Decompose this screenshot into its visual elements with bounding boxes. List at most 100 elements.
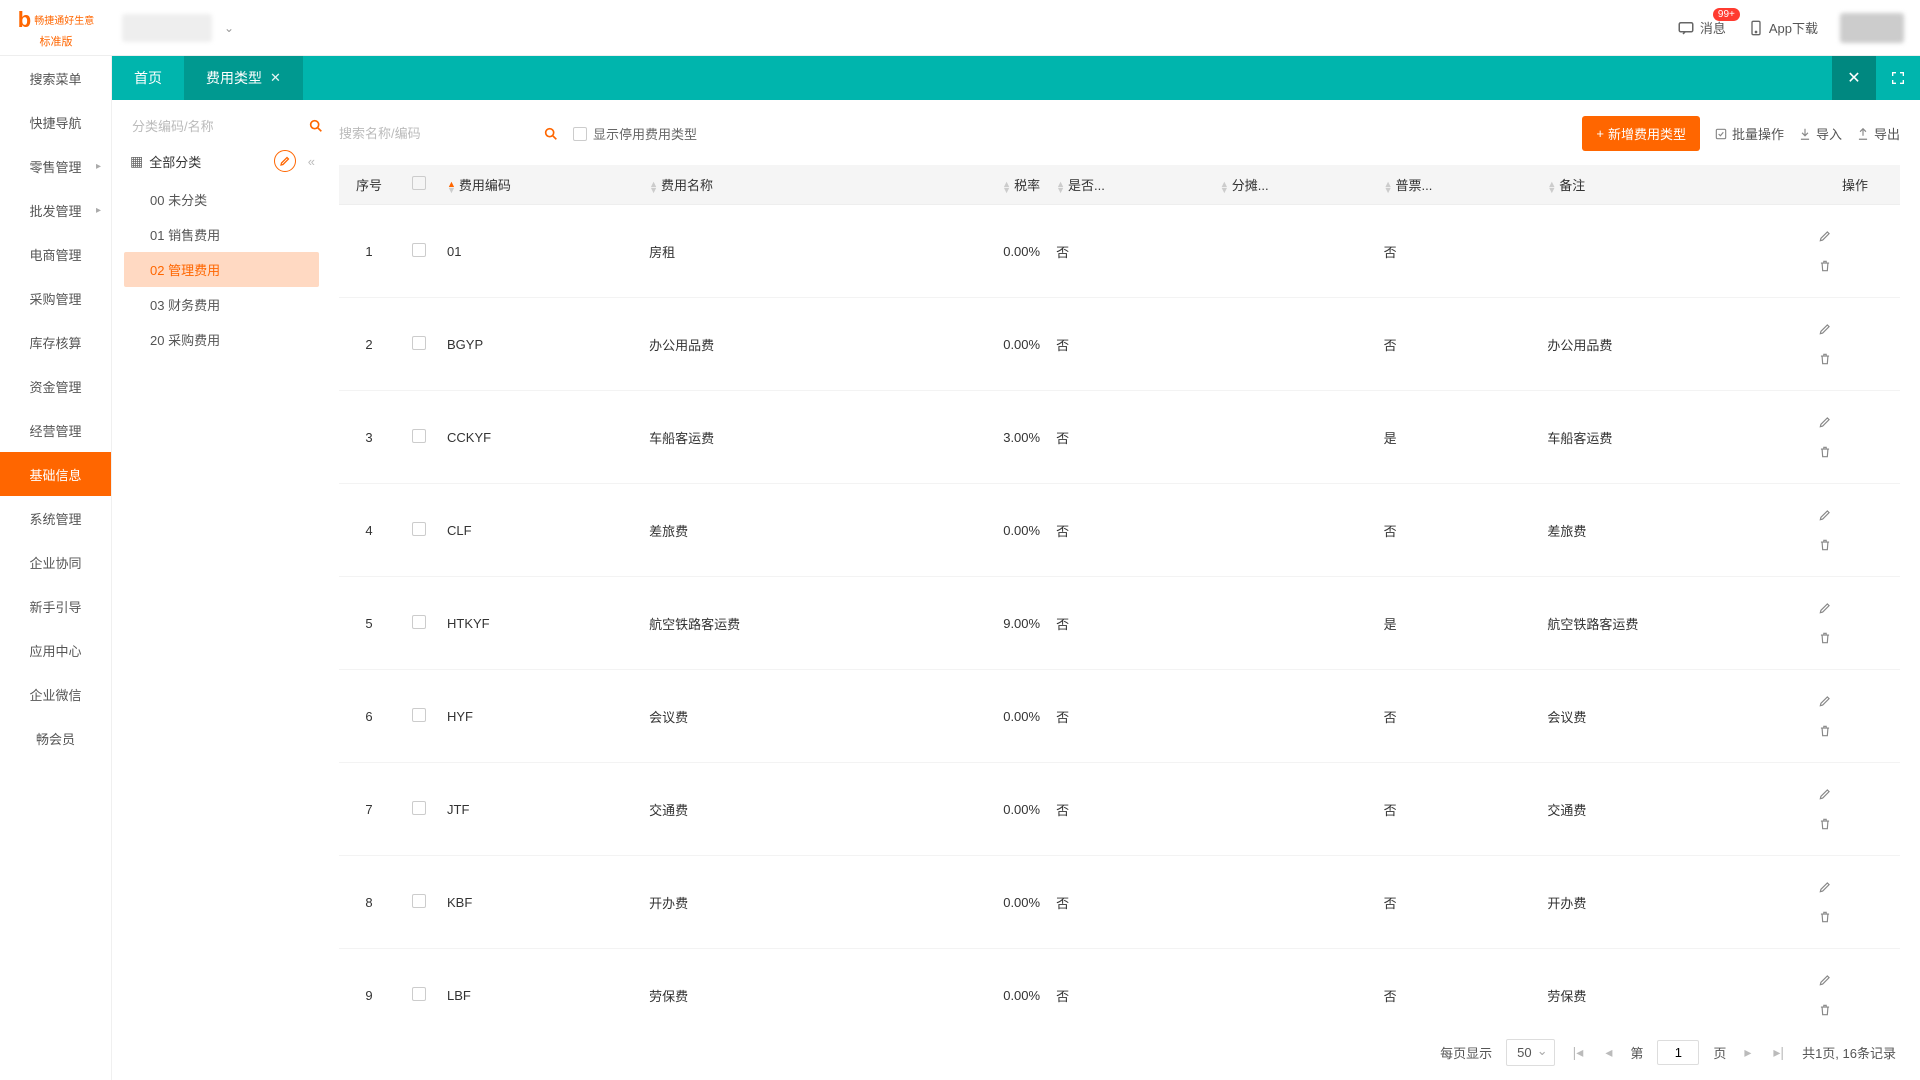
cell-checkbox[interactable]	[399, 484, 439, 577]
cell-checkbox[interactable]	[399, 205, 439, 298]
edit-icon[interactable]	[1818, 787, 1892, 801]
table-row[interactable]: 2BGYP办公用品费0.00%否否办公用品费	[339, 298, 1900, 391]
table-row[interactable]: 9LBF劳保费0.00%否否劳保费	[339, 949, 1900, 1026]
sidebar-item[interactable]: 畅会员	[0, 716, 111, 760]
delete-icon[interactable]	[1818, 910, 1892, 924]
table-search-input[interactable]	[339, 126, 543, 141]
th-alloc[interactable]: ▲▼分摊...	[1212, 165, 1376, 205]
sidebar-item[interactable]: 资金管理	[0, 364, 111, 408]
fullscreen-button[interactable]	[1876, 56, 1920, 100]
table-row[interactable]: 4CLF差旅费0.00%否否差旅费	[339, 484, 1900, 577]
th-voucher[interactable]: ▲▼普票...	[1376, 165, 1540, 205]
th-remark[interactable]: ▲▼备注	[1539, 165, 1810, 205]
prev-page-button[interactable]: ◂	[1601, 1044, 1616, 1061]
collapse-panel-button[interactable]: «	[308, 154, 315, 169]
table-row[interactable]: 6HYF会议费0.00%否否会议费	[339, 670, 1900, 763]
category-item[interactable]: 01 销售费用	[124, 217, 319, 252]
cell-checkbox[interactable]	[399, 391, 439, 484]
delete-icon[interactable]	[1818, 259, 1892, 273]
search-icon[interactable]	[543, 126, 559, 142]
cell-name: 车船客运费	[641, 391, 912, 484]
edit-icon[interactable]	[1818, 880, 1892, 894]
table-row[interactable]: 7JTF交通费0.00%否否交通费	[339, 763, 1900, 856]
plus-icon: +	[1596, 126, 1604, 141]
message-button[interactable]: 消息 99+	[1677, 18, 1726, 37]
category-search-input[interactable]	[132, 119, 308, 134]
edit-icon[interactable]	[1818, 322, 1892, 336]
sidebar-item[interactable]: 电商管理	[0, 232, 111, 276]
edit-icon[interactable]	[1818, 229, 1892, 243]
sidebar-item[interactable]: 基础信息	[0, 452, 111, 496]
delete-icon[interactable]	[1818, 445, 1892, 459]
first-page-button[interactable]: |◂	[1569, 1044, 1588, 1061]
avatar[interactable]	[1840, 13, 1904, 43]
delete-icon[interactable]	[1818, 631, 1892, 645]
sidebar-item[interactable]: 应用中心	[0, 628, 111, 672]
category-edit-button[interactable]	[274, 150, 296, 172]
edit-icon[interactable]	[1818, 694, 1892, 708]
search-icon[interactable]	[308, 118, 324, 134]
cell-checkbox[interactable]	[399, 298, 439, 391]
category-all[interactable]: ▦ 全部分类 «	[124, 144, 319, 178]
tab[interactable]: 费用类型✕	[184, 56, 303, 100]
page-input[interactable]	[1657, 1040, 1699, 1065]
table-row[interactable]: 3CCKYF车船客运费3.00%否是车船客运费	[339, 391, 1900, 484]
per-page-label: 每页显示	[1440, 1043, 1492, 1062]
delete-icon[interactable]	[1818, 538, 1892, 552]
category-list: 00 未分类01 销售费用02 管理费用03 财务费用20 采购费用	[124, 182, 319, 357]
edit-icon[interactable]	[1818, 415, 1892, 429]
close-tab-button[interactable]: ✕	[1832, 56, 1876, 100]
category-item[interactable]: 20 采购费用	[124, 322, 319, 357]
sidebar-item[interactable]: 经营管理	[0, 408, 111, 452]
th-is[interactable]: ▲▼是否...	[1048, 165, 1212, 205]
last-page-button[interactable]: ▸|	[1769, 1044, 1788, 1061]
export-button[interactable]: 导出	[1856, 124, 1900, 143]
batch-button[interactable]: 批量操作	[1714, 124, 1784, 143]
sidebar-item[interactable]: 零售管理	[0, 144, 111, 188]
add-button[interactable]: + 新增费用类型	[1582, 116, 1700, 151]
edit-icon[interactable]	[1818, 601, 1892, 615]
th-rate[interactable]: ▲▼税率	[912, 165, 1048, 205]
table-row[interactable]: 5HTKYF航空铁路客运费9.00%否是航空铁路客运费	[339, 577, 1900, 670]
category-item[interactable]: 00 未分类	[124, 182, 319, 217]
table-row[interactable]: 8KBF开办费0.00%否否开办费	[339, 856, 1900, 949]
th-code[interactable]: ▲▼费用编码	[439, 165, 641, 205]
delete-icon[interactable]	[1818, 724, 1892, 738]
th-checkbox[interactable]	[399, 165, 439, 205]
sidebar-item[interactable]: 搜索菜单	[0, 56, 111, 100]
cell-checkbox[interactable]	[399, 949, 439, 1026]
sidebar-item[interactable]: 快捷导航	[0, 100, 111, 144]
delete-icon[interactable]	[1818, 352, 1892, 366]
sidebar-item[interactable]: 新手引导	[0, 584, 111, 628]
category-item[interactable]: 03 财务费用	[124, 287, 319, 322]
th-seq[interactable]: 序号	[339, 165, 399, 205]
import-button[interactable]: 导入	[1798, 124, 1842, 143]
sidebar-item[interactable]: 库存核算	[0, 320, 111, 364]
th-name[interactable]: ▲▼费用名称	[641, 165, 912, 205]
delete-icon[interactable]	[1818, 817, 1892, 831]
app-download-button[interactable]: App下载	[1748, 18, 1818, 37]
table-row[interactable]: 101房租0.00%否否	[339, 205, 1900, 298]
category-item[interactable]: 02 管理费用	[124, 252, 319, 287]
cell-op	[1810, 205, 1900, 298]
sidebar-item[interactable]: 企业微信	[0, 672, 111, 716]
sidebar-item[interactable]: 企业协同	[0, 540, 111, 584]
cell-checkbox[interactable]	[399, 763, 439, 856]
cell-checkbox[interactable]	[399, 670, 439, 763]
next-page-button[interactable]: ▸	[1740, 1044, 1755, 1061]
org-selector[interactable]: ⌄	[122, 14, 234, 42]
sidebar-item[interactable]: 采购管理	[0, 276, 111, 320]
cell-checkbox[interactable]	[399, 856, 439, 949]
edit-icon[interactable]	[1818, 973, 1892, 987]
toolbar: 显示停用费用类型 + 新增费用类型 批量操作	[339, 116, 1900, 165]
cell-code: 01	[439, 205, 641, 298]
cell-checkbox[interactable]	[399, 577, 439, 670]
edit-icon[interactable]	[1818, 508, 1892, 522]
close-icon[interactable]: ✕	[270, 70, 281, 86]
delete-icon[interactable]	[1818, 1003, 1892, 1017]
tab[interactable]: 首页	[112, 56, 184, 100]
per-page-select[interactable]: 50	[1506, 1039, 1554, 1066]
sidebar-item[interactable]: 系统管理	[0, 496, 111, 540]
sidebar-item[interactable]: 批发管理	[0, 188, 111, 232]
show-disabled-checkbox[interactable]: 显示停用费用类型	[573, 124, 697, 143]
